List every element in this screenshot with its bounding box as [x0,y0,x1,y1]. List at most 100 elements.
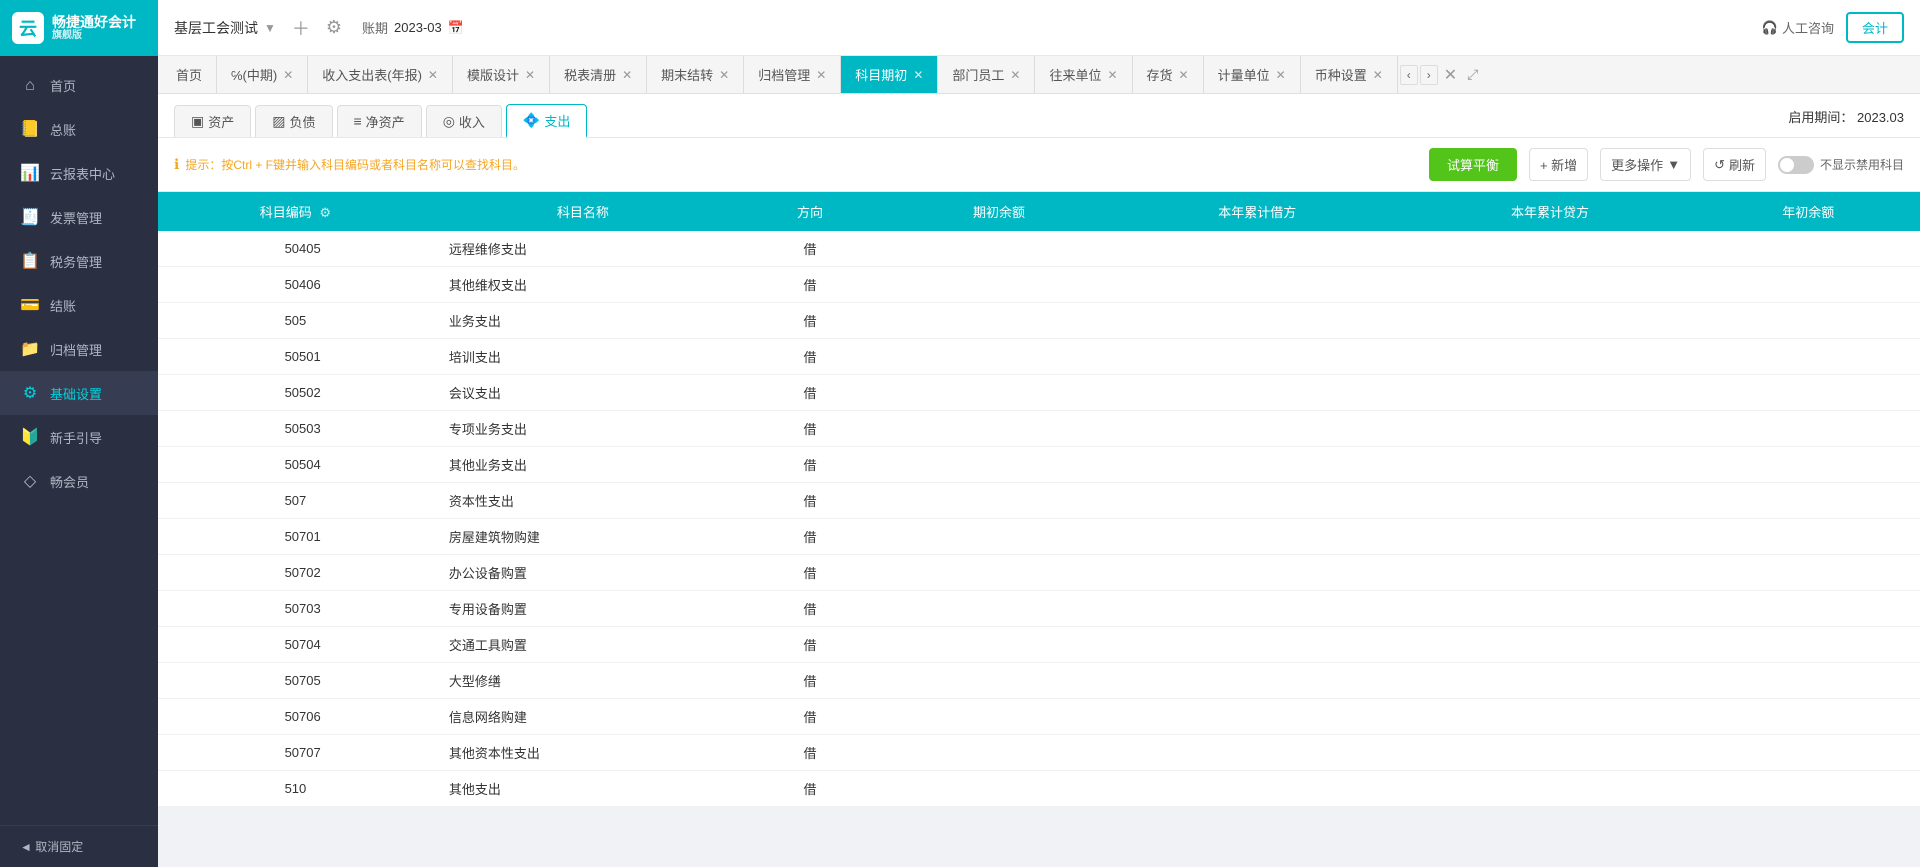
tab-label-inventory: 存货 [1147,65,1173,84]
tab-close-period[interactable]: ✕ [283,68,293,82]
cell-ytd-debit [1111,303,1404,339]
table-row[interactable]: 510 其他支出 借 [158,771,1920,807]
tab-close-archive[interactable]: ✕ [816,68,826,82]
sidebar-footer[interactable]: ◄ 取消固定 [0,825,158,867]
subtab-net-asset[interactable]: ≡ 净资产 [337,105,422,137]
table-row[interactable]: 507 资本性支出 借 [158,483,1920,519]
support-button[interactable]: 🎧 人工咨询 [1762,18,1834,37]
tab-close-department[interactable]: ✕ [1010,68,1020,82]
more-icon: ▼ [1667,157,1680,172]
table-row[interactable]: 50406 其他维权支出 借 [158,267,1920,303]
tab-prev-button[interactable]: ‹ [1400,65,1418,85]
tab-next-button[interactable]: › [1420,65,1438,85]
cell-ytd-credit [1404,591,1697,627]
cell-year-opening [1696,735,1920,771]
table-row[interactable]: 50405 远程维修支出 借 [158,231,1920,267]
subtab-icon-income: ◎ [443,113,455,130]
table-row[interactable]: 50501 培训支出 借 [158,339,1920,375]
subtab-asset[interactable]: ▣ 资产 [174,105,251,137]
page-content: ▣ 资产 ▨ 负债 ≡ 净资产 ◎ 收入 💠 支出 启用期间： 2023.03 … [158,94,1920,867]
project-selector[interactable]: 基层工会测试 ▼ [174,18,276,38]
table-row[interactable]: 50705 大型修缮 借 [158,663,1920,699]
add-button[interactable]: + 新增 [1529,148,1588,181]
table-row[interactable]: 50704 交通工具购置 借 [158,627,1920,663]
sidebar-item-invoice[interactable]: 🧾 发票管理 [0,195,158,239]
tab-close-tax[interactable]: ✕ [622,68,632,82]
tab-close-currency[interactable]: ✕ [1373,68,1383,82]
main-content: 基层工会测试 ▼ ＋ ⚙ 账期 2023-03 📅 🎧 人工咨询 会计 首页℅(… [158,0,1920,867]
tab-template[interactable]: 模版设计✕ [453,56,550,94]
toggle-switch[interactable] [1778,156,1814,174]
tab-close-subject-period[interactable]: ✕ [913,68,923,82]
sidebar-item-ledger[interactable]: 📒 总账 [0,107,158,151]
close-all-tabs-button[interactable]: ✕ [1438,65,1463,85]
add-tab-button[interactable]: ＋ [288,11,314,45]
sidebar-item-guide[interactable]: 🔰 新手引导 [0,415,158,459]
cell-year-opening [1696,663,1920,699]
tab-unit[interactable]: 计量单位✕ [1204,56,1301,94]
tab-label-currency: 币种设置 [1315,65,1367,84]
account-button[interactable]: 会计 [1846,12,1904,43]
table-row[interactable]: 50701 房屋建筑物购建 借 [158,519,1920,555]
tab-close-inventory[interactable]: ✕ [1179,68,1189,82]
sidebar-item-member[interactable]: ◇ 畅会员 [0,459,158,503]
cell-year-opening [1696,231,1920,267]
tab-period[interactable]: ℅(中期)✕ [217,56,308,94]
table-row[interactable]: 50702 办公设备购置 借 [158,555,1920,591]
more-button[interactable]: 更多操作 ▼ [1600,148,1691,181]
table-row[interactable]: 50707 其他资本性支出 借 [158,735,1920,771]
hint-text: 提示：按Ctrl + F键并输入科目编码或者科目名称可以查找科目。 [185,156,525,173]
cell-opening-balance [887,591,1111,627]
table-row[interactable]: 50706 信息网络购建 借 [158,699,1920,735]
calendar-icon[interactable]: 📅 [448,20,464,36]
tab-close-counterpart[interactable]: ✕ [1107,68,1117,82]
sidebar-item-tax[interactable]: 📋 税务管理 [0,239,158,283]
subtab-income[interactable]: ◎ 收入 [426,105,502,137]
table-row[interactable]: 50503 专项业务支出 借 [158,411,1920,447]
subtab-expenditure[interactable]: 💠 支出 [506,104,587,138]
subtab-label-liability: 负债 [289,112,315,131]
tab-tax[interactable]: 税表清册✕ [550,56,647,94]
subjects-table: 科目编码 ⚙科目名称方向期初余额本年累计借方本年累计贷方年初余额 50405 远… [158,192,1920,807]
tab-income[interactable]: 收入支出表(年报)✕ [308,56,453,94]
tab-department[interactable]: 部门员工✕ [938,56,1035,94]
tab-archive[interactable]: 归档管理✕ [744,56,841,94]
tab-close-template[interactable]: ✕ [525,68,535,82]
subtab-liability[interactable]: ▨ 负债 [255,105,332,137]
cell-ytd-debit [1111,231,1404,267]
settings-icon[interactable]: ⚙ [326,17,342,38]
tab-inventory[interactable]: 存货 ✕ [1133,56,1204,94]
nav-icon-reports: 📊 [20,163,40,183]
tab-period-end[interactable]: 期末结转✕ [647,56,744,94]
table-row[interactable]: 50502 会议支出 借 [158,375,1920,411]
cell-direction: 借 [733,375,887,411]
sidebar-item-reports[interactable]: 📊 云报表中心 [0,151,158,195]
table-row[interactable]: 50703 专用设备购置 借 [158,591,1920,627]
toggle-disabled-accounts[interactable]: 不显示禁用科目 [1778,156,1904,174]
tab-subject-period[interactable]: 科目期初✕ [841,56,938,94]
tab-close-unit[interactable]: ✕ [1276,68,1286,82]
table-row[interactable]: 50504 其他业务支出 借 [158,447,1920,483]
expand-button[interactable]: ⤢ [1463,66,1482,83]
cell-code: 50706 [158,699,433,735]
tabbar: 首页℅(中期)✕收入支出表(年报)✕模版设计✕税表清册✕期末结转✕归档管理✕科目… [158,56,1920,94]
sidebar-item-archive[interactable]: 📁 归档管理 [0,327,158,371]
cell-ytd-debit [1111,591,1404,627]
sidebar-item-checkout[interactable]: 💳 结账 [0,283,158,327]
tab-home[interactable]: 首页 [162,56,217,94]
column-settings-icon[interactable]: ⚙ [319,205,331,220]
sidebar: 云 畅捷通好会计 旗舰版 ⌂ 首页 📒 总账 📊 云报表中心 🧾 发票管理 📋 … [0,0,158,867]
sidebar-item-settings[interactable]: ⚙ 基础设置 [0,371,158,415]
tab-close-period-end[interactable]: ✕ [719,68,729,82]
cell-ytd-credit [1404,771,1697,807]
cell-direction: 借 [733,339,887,375]
table-row[interactable]: 505 业务支出 借 [158,303,1920,339]
cell-ytd-debit [1111,519,1404,555]
balance-button[interactable]: 试算平衡 [1429,148,1517,181]
tab-currency[interactable]: 币种设置 ✕ [1301,56,1398,94]
tab-close-income[interactable]: ✕ [428,68,438,82]
cell-direction: 借 [733,627,887,663]
sidebar-item-home[interactable]: ⌂ 首页 [0,64,158,107]
refresh-button[interactable]: ↺ 刷新 [1703,148,1766,181]
tab-counterpart[interactable]: 往来单位✕ [1035,56,1132,94]
